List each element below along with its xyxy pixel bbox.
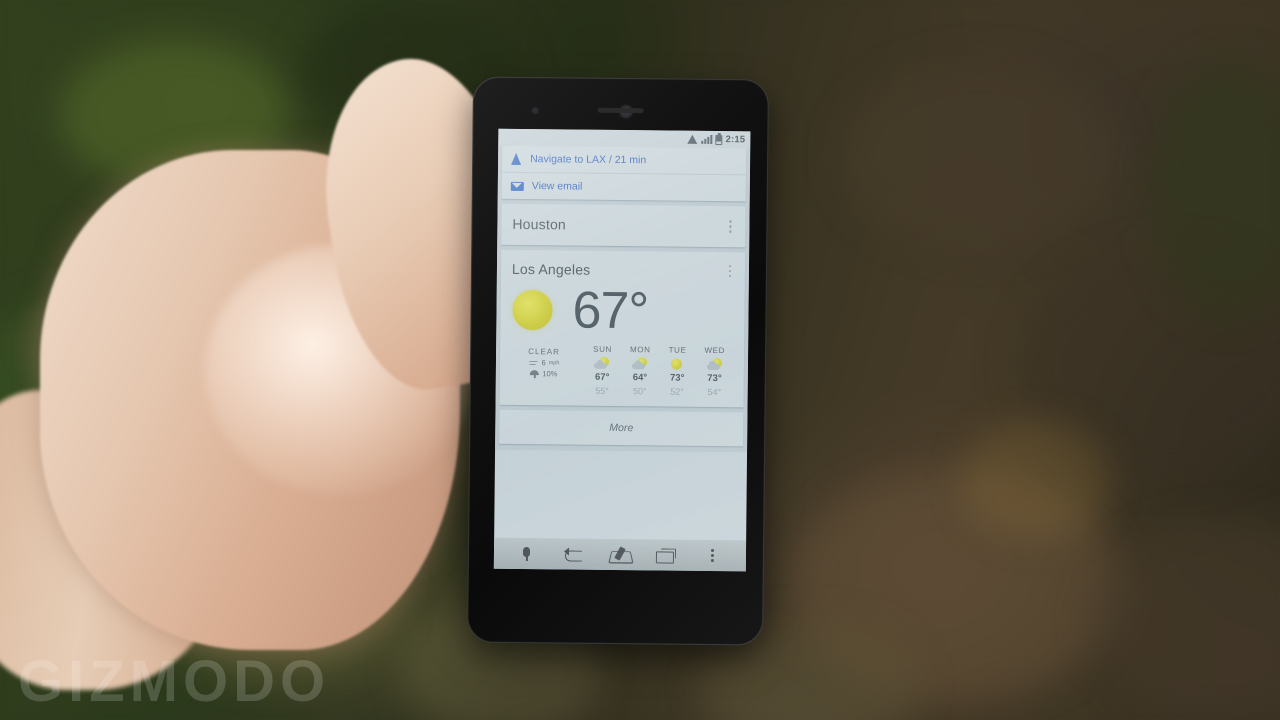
forecast-day-label: TUE [668, 345, 687, 355]
forecast-high: 73° [707, 372, 722, 385]
umbrella-icon [530, 369, 539, 378]
sun-icon [669, 358, 685, 370]
earpiece-speaker [597, 107, 644, 114]
more-button[interactable]: More [499, 409, 744, 447]
condition-label: CLEAR [528, 347, 560, 357]
forecast-high: 67° [594, 371, 610, 383]
precipitation-line: 10% [530, 369, 557, 378]
precipitation-value: 10% [542, 369, 558, 379]
navigate-action-row[interactable]: Navigate to LAX / 21 min [502, 146, 746, 175]
envelope-icon [510, 181, 524, 191]
recents-icon[interactable] [653, 545, 679, 565]
current-conditions-block: CLEAR 6 mph 10% [510, 344, 579, 396]
phone-screen: 2:15 Navigate to LAX / 21 min View email… [493, 128, 751, 572]
forecast-day[interactable]: TUE 73° 52° [668, 345, 687, 397]
navigation-arrow-icon [511, 153, 522, 165]
forecast-day[interactable]: MON 64° 50° [630, 345, 651, 396]
forecast-high: 73° [669, 372, 685, 384]
leaf-litter-blob [840, 60, 1120, 250]
signal-icon [701, 134, 713, 144]
wifi-icon [687, 135, 698, 144]
forecast-low: 50° [632, 386, 647, 397]
weather-details-row: CLEAR 6 mph 10% SUN 67° 55° MON 64° 50° … [500, 342, 745, 404]
wind-speed: 6 [541, 358, 546, 368]
wind-unit: mph [548, 359, 560, 366]
city-name-label: Houston [512, 216, 567, 233]
overflow-menu-icon[interactable] [726, 217, 735, 236]
current-weather-row: 67° [500, 280, 745, 345]
forecast-day-label: SUN [593, 344, 612, 354]
overflow-menu-icon[interactable] [725, 262, 734, 281]
actions-card: Navigate to LAX / 21 min View email [501, 145, 747, 202]
forecast-day-label: WED [704, 345, 726, 356]
google-now-card-stack: Navigate to LAX / 21 min View email Hous… [495, 145, 751, 453]
partly-cloudy-icon [632, 357, 648, 370]
weather-card-header: Los Angeles [501, 249, 745, 282]
overflow-menu-icon[interactable] [700, 545, 726, 565]
city-card-houston[interactable]: Houston [501, 203, 746, 247]
forecast-strip: SUN 67° 55° MON 64° 50° TUE 73° 52° WED … [584, 345, 735, 398]
forecast-high: 64° [632, 372, 648, 384]
forecast-low: 54° [707, 386, 722, 398]
forecast-day[interactable]: WED 73° 54° [704, 346, 725, 397]
forecast-low: 55° [595, 385, 609, 396]
mic-icon[interactable] [514, 543, 540, 563]
front-camera-icon [530, 106, 540, 116]
partly-cloudy-icon [594, 356, 610, 369]
forecast-day-label: MON [629, 345, 651, 355]
back-icon[interactable] [560, 544, 586, 564]
partly-cloudy-icon [706, 357, 723, 371]
battery-icon [715, 134, 723, 145]
city-name-label: Los Angeles [511, 260, 591, 278]
view-email-label: View email [531, 180, 583, 193]
wind-line: 6 mph [528, 358, 559, 367]
forecast-day[interactable]: SUN 67° 55° [593, 345, 612, 396]
sun-icon [512, 289, 553, 331]
android-navigation-bar [493, 537, 747, 572]
smartphone-device: 2:15 Navigate to LAX / 21 min View email… [467, 76, 769, 646]
leaf-litter-blob [960, 420, 1110, 540]
forecast-low: 52° [670, 386, 684, 397]
current-temperature: 67° [572, 281, 649, 341]
home-icon[interactable] [607, 544, 633, 564]
weather-card-los-angeles: Los Angeles 67° CLEAR 6 mph 10% SUN 67° … [499, 249, 746, 408]
wind-icon [528, 359, 538, 367]
status-bar-clock: 2:15 [725, 134, 746, 146]
view-email-action-row[interactable]: View email [501, 171, 746, 202]
navigate-label: Navigate to LAX / 21 min [530, 153, 647, 167]
gizmodo-watermark: GIZMODO [18, 649, 331, 714]
